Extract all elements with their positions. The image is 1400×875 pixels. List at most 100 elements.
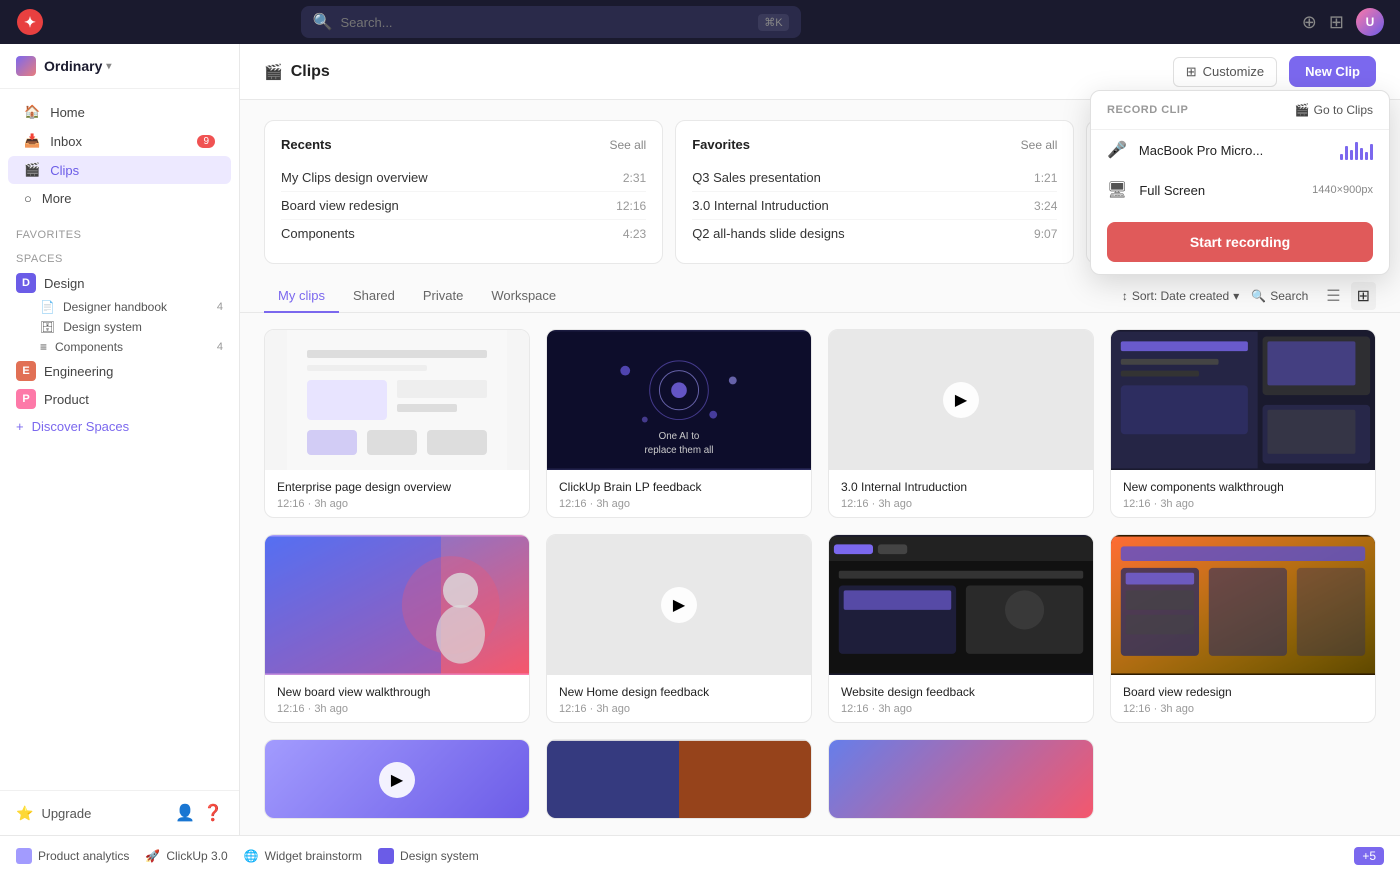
new-clip-button[interactable]: New Clip [1289,56,1376,87]
recents-title: Recents [281,137,332,152]
clip-thumb-3 [1111,330,1375,470]
clip-meta-4: 12:16 · 3h ago [277,703,517,715]
favorite-item-2[interactable]: Q2 all-hands slide designs 9:07 [692,220,1057,247]
sort-button[interactable]: ↕ Sort: Date created ▾ [1122,289,1239,303]
clips-go-icon: 🎬 [1295,103,1310,117]
workspace-name[interactable]: Ordinary ▾ [44,58,111,74]
sidebar-item-inbox[interactable]: 📥 Inbox 9 [8,127,231,155]
clip-card-2[interactable]: ▶ 3.0 Internal Intruduction 12:16 · 3h a… [828,329,1094,518]
sidebar-item-home[interactable]: 🏠 Home [8,98,231,126]
sidebar-child-designer-handbook[interactable]: 📄 Designer handbook 4 [0,297,239,317]
clip-card-4[interactable]: New board view walkthrough 12:16 · 3h ag… [264,534,530,723]
go-to-clips-button[interactable]: 🎬 Go to Clips [1295,103,1373,117]
clip-thumb-4 [265,535,529,675]
user-icon[interactable]: 👤 [175,803,195,823]
bottom-item-design-system[interactable]: Design system [378,848,479,864]
inbox-icon: 📥 [24,133,40,149]
recents-header: Recents See all [281,137,646,152]
clip-card-6[interactable]: Website design feedback 12:16 · 3h ago [828,534,1094,723]
sidebar-item-clips[interactable]: 🎬 Clips ··· [8,156,231,184]
sidebar-header: Ordinary ▾ [0,44,239,89]
recent-item-2[interactable]: Components 4:23 [281,220,646,247]
clip-info-7: Board view redesign 12:16 · 3h ago [1111,675,1375,723]
customize-button[interactable]: ⊞ Customize [1173,57,1277,87]
clip-info-0: Enterprise page design overview 12:16 · … [265,470,529,518]
keyboard-shortcut: ⌘K [758,14,788,31]
add-icon[interactable]: ⊕ [1302,12,1317,33]
design-system-dot [378,848,394,864]
svg-text:One AI to: One AI to [659,431,700,442]
monitor-icon: 🖥 [1107,180,1127,200]
clip-card-9[interactable] [546,739,812,819]
tab-workspace[interactable]: Workspace [477,280,570,313]
clip-card-7[interactable]: Board view redesign 12:16 · 3h ago [1110,534,1376,723]
help-icon[interactable]: ❓ [203,803,223,823]
recent-item-1[interactable]: Board view redesign 12:16 [281,192,646,220]
favorite-item-0[interactable]: Q3 Sales presentation 1:21 [692,164,1057,192]
screen-label: Full Screen [1139,183,1300,198]
mic-label: MacBook Pro Micro... [1139,143,1328,158]
home-icon: 🏠 [24,104,40,120]
clip-thumb-1: One AI to replace them all [547,330,811,470]
topbar: ✦ 🔍 ⌘K ⊕ ⊞ U [0,0,1400,44]
dropdown-header: RECORD CLIP 🎬 Go to Clips [1091,91,1389,130]
play-button-5[interactable]: ▶ [661,587,697,623]
topbar-search-bar[interactable]: 🔍 ⌘K [301,6,801,38]
sidebar-child-components[interactable]: ≡ Components 4 [0,337,239,357]
clip-card-8[interactable]: ▶ [264,739,530,819]
screen-option[interactable]: 🖥 Full Screen 1440×900px [1091,170,1389,210]
play-button-8[interactable]: ▶ [379,762,415,798]
favorite-item-1[interactable]: 3.0 Internal Intruduction 3:24 [692,192,1057,220]
clip-meta-6: 12:16 · 3h ago [841,703,1081,715]
clip-card-10[interactable] [828,739,1094,819]
favorites-see-all[interactable]: See all [1021,138,1058,152]
bottom-item-widget[interactable]: 🌐 Widget brainstorm [244,849,362,863]
sidebar-space-engineering[interactable]: E Engineering [0,357,239,385]
clip-info-5: New Home design feedback 12:16 · 3h ago [547,675,811,723]
chevron-sort-icon: ▾ [1233,289,1239,303]
clip-card-3[interactable]: New components walkthrough 12:16 · 3h ag… [1110,329,1376,518]
clip-title-2: 3.0 Internal Intruduction [841,480,1081,494]
sidebar-child-design-system[interactable]: 🗄 Design system [0,317,239,337]
view-toggle: ☰ ⊞ [1320,282,1376,310]
clip-title-4: New board view walkthrough [277,685,517,699]
sort-icon: ↕ [1122,289,1128,303]
tab-shared[interactable]: Shared [339,280,409,313]
favorites-title: Favorites [692,137,750,152]
tab-private[interactable]: Private [409,280,477,313]
sidebar-item-more[interactable]: ○ More [8,185,231,212]
recents-see-all[interactable]: See all [609,138,646,152]
bottom-item-product-analytics[interactable]: Product analytics [16,848,129,864]
list-view-button[interactable]: ☰ [1320,282,1346,310]
search-input[interactable] [341,15,751,30]
recents-card: Recents See all My Clips design overview… [264,120,663,264]
avatar[interactable]: U [1356,8,1384,36]
sidebar-space-design[interactable]: D Design [0,269,239,297]
play-button-2[interactable]: ▶ [943,382,979,418]
more-icon: ○ [24,191,32,206]
search-clips-icon: 🔍 [1251,289,1266,303]
clip-thumb-9 [547,740,811,819]
mic-option[interactable]: 🎤 MacBook Pro Micro... [1091,130,1389,170]
start-recording-button[interactable]: Start recording [1107,222,1373,262]
clip-title-0: Enterprise page design overview [277,480,517,494]
sidebar-discover-spaces[interactable]: + Discover Spaces [0,413,239,440]
clip-card-5[interactable]: ▶ New Home design feedback 12:16 · 3h ag… [546,534,812,723]
inbox-badge: 9 [197,135,215,148]
upgrade-icon: ⭐ [16,805,33,822]
tab-my-clips[interactable]: My clips [264,280,339,313]
app-logo[interactable]: ✦ [16,8,44,36]
bottom-bar: Product analytics 🚀 ClickUp 3.0 🌐 Widget… [0,835,1400,875]
recent-item-0[interactable]: My Clips design overview 2:31 [281,164,646,192]
grid-view-button[interactable]: ⊞ [1351,282,1376,310]
bottom-item-clickup[interactable]: 🚀 ClickUp 3.0 [145,849,227,863]
sidebar-space-product[interactable]: P Product [0,385,239,413]
grid-icon[interactable]: ⊞ [1329,12,1344,33]
search-button[interactable]: 🔍 Search [1251,289,1308,303]
clip-card-0[interactable]: Enterprise page design overview 12:16 · … [264,329,530,518]
clip-meta-7: 12:16 · 3h ago [1123,703,1363,715]
clip-meta-1: 12:16 · 3h ago [559,498,799,510]
clip-card-1[interactable]: One AI to replace them all ClickUp Brain… [546,329,812,518]
favorites-card: Favorites See all Q3 Sales presentation … [675,120,1074,264]
bottom-more-button[interactable]: +5 [1354,847,1384,865]
